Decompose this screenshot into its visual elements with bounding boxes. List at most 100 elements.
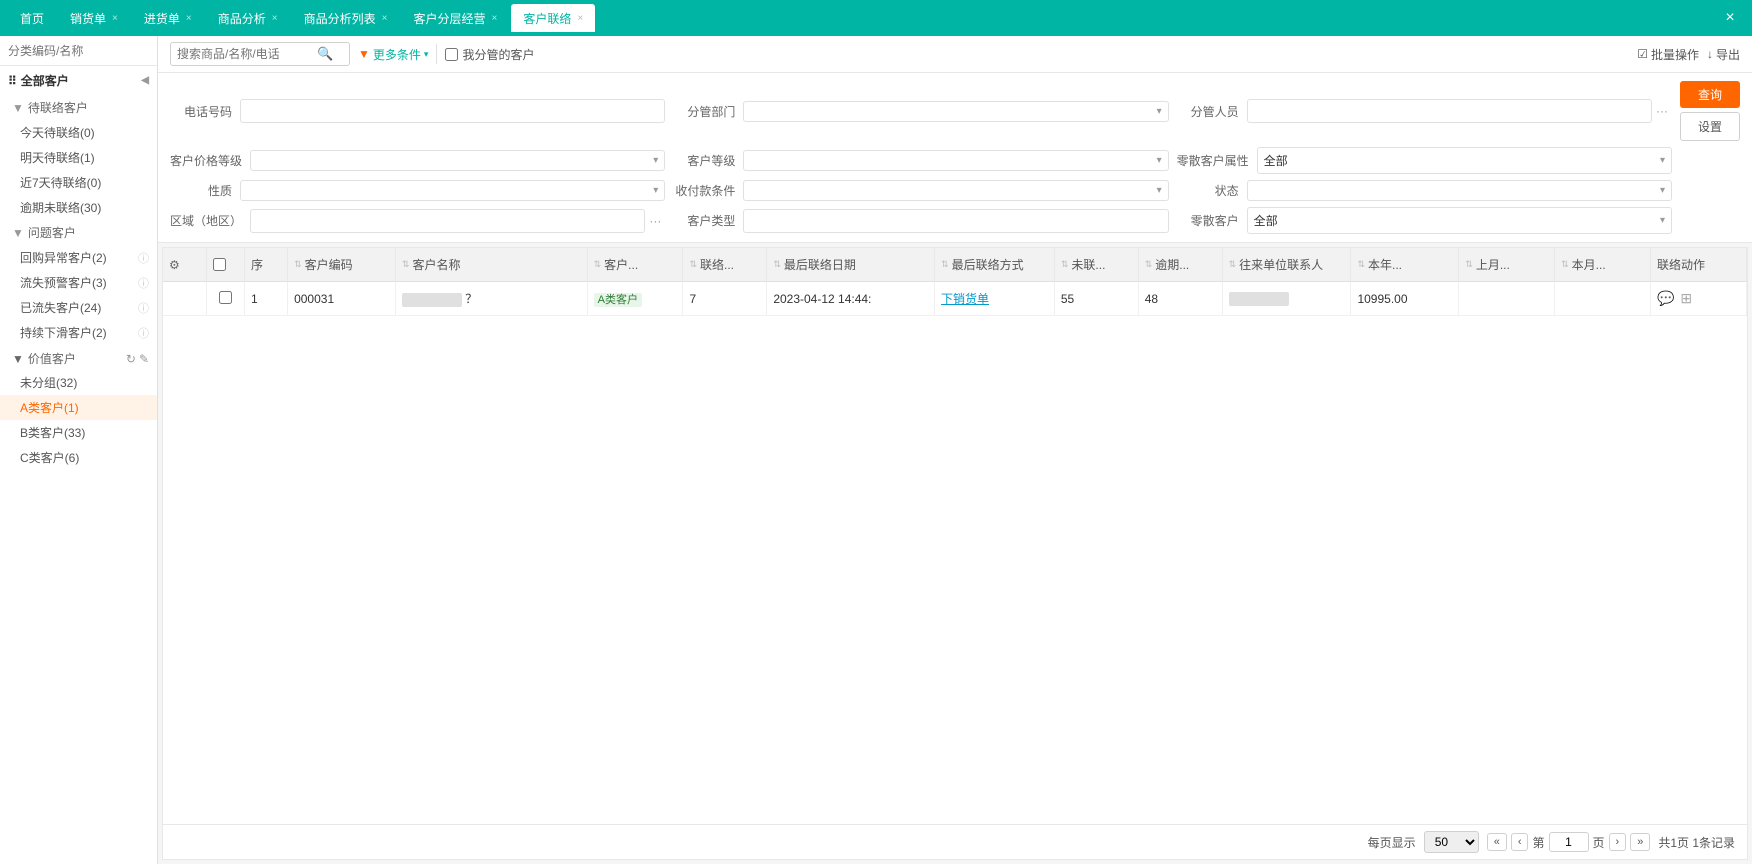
gear-icon[interactable]: ⚙ [169,258,180,272]
nav-analysis-close[interactable]: × [272,13,278,24]
sidebar-item-tomorrow[interactable]: 明天待联络(1) [0,145,157,170]
refresh-icon[interactable]: ↻ [126,352,136,366]
filter-select-dept[interactable]: ▾ [743,101,1168,122]
row-checkbox[interactable] [219,291,232,304]
col-overdue[interactable]: ⇅ 逾期... [1138,248,1222,282]
row-code-cell[interactable]: 000031 [288,282,396,316]
col-contact-count[interactable]: ⇅ 联络... [683,248,767,282]
query-button[interactable]: 查询 [1680,81,1740,108]
edit-icon[interactable]: ✎ [139,352,149,366]
batch-ops-btn[interactable]: ☑ 批量操作 [1637,46,1699,63]
sidebar-search-input[interactable] [8,44,158,58]
filter-search-input[interactable] [177,47,317,61]
nav-tab-purchase[interactable]: 进货单 × [132,4,204,32]
sidebar-collapse-icon[interactable]: ◀ [141,75,149,86]
col-last-month[interactable]: ⇅ 上月... [1459,248,1555,282]
sidebar-item-7days[interactable]: 近7天待联络(0) [0,170,157,195]
select-all-checkbox[interactable] [213,258,226,271]
filter-select-customer-level[interactable]: ▾ [743,150,1168,171]
sidebar-item-today[interactable]: 今天待联络(0) [0,120,157,145]
page-number-input[interactable] [1549,832,1589,852]
row-contact-count-cell: 7 [683,282,767,316]
nav-tab-analysis[interactable]: 商品分析 × [206,4,290,32]
sidebar-value-group-label[interactable]: ▼ 价值客户 ↻ ✎ [0,345,157,370]
col-last-contact-date[interactable]: ⇅ 最后联络日期 [767,248,935,282]
sidebar-all-customers[interactable]: ⠿ 全部客户 ◀ [0,66,157,95]
row-this-year-cell: 10995.00 [1351,282,1459,316]
col-checkbox[interactable] [206,248,244,282]
sidebar-problem-group: ▼ 问题客户 回购异常客户(2) ⓘ 流失预警客户(3) ⓘ 已流失客户(24)… [0,220,157,345]
app-close-button[interactable]: × [1716,4,1744,32]
row-contact-person-masked [1229,292,1289,306]
first-page-btn[interactable]: « [1487,833,1507,851]
filter-select-status[interactable]: ▾ [1247,180,1672,201]
sidebar-item-declining[interactable]: 持续下滑客户(2) ⓘ [0,320,157,345]
filter-more-btn[interactable]: ▼ 更多条件 ▾ [358,46,428,63]
filter-select-retail-attr[interactable]: 全部 ▾ [1257,147,1672,174]
sidebar-item-unclassified[interactable]: 未分组(32) [0,370,157,395]
filter-select-nature[interactable]: ▾ [240,180,665,201]
nav-customer-ops-close[interactable]: × [491,13,497,24]
qr-icon[interactable]: ⊞ [1680,290,1692,307]
sidebar-item-class-c[interactable]: C类客户(6) [0,445,157,470]
filter-input-manager[interactable] [1247,99,1652,123]
col-name[interactable]: ⇅ 客户名称 [395,248,587,282]
filter-select-retail-customer[interactable]: 全部 ▾ [1247,207,1672,234]
col-last-contact-method[interactable]: ⇅ 最后联络方式 [935,248,1055,282]
export-icon: ↓ [1707,47,1713,61]
next-page-btn[interactable]: › [1609,833,1627,851]
col-thismonth-label: 本月... [1572,256,1606,273]
nav-tab-home[interactable]: 首页 [8,4,56,32]
sidebar-pending-group-label[interactable]: ▼ 待联络客户 [0,95,157,120]
filter-select-payment[interactable]: ▾ [743,180,1168,201]
manager-dots[interactable]: ··· [1652,104,1672,118]
filter-input-phone[interactable] [240,99,665,123]
my-customers-checkbox[interactable] [445,48,458,61]
sidebar-item-repurchase-abnormal[interactable]: 回购异常客户(2) ⓘ [0,245,157,270]
col-no-contact-days[interactable]: ⇅ 未联... [1054,248,1138,282]
chat-icon[interactable]: 💬 [1657,290,1674,307]
row-checkbox-cell[interactable] [206,282,244,316]
sidebar-problem-group-label[interactable]: ▼ 问题客户 [0,220,157,245]
nav-tab-customer-ops[interactable]: 客户分层经营 × [401,4,509,32]
my-customers-checkbox-label[interactable]: 我分管的客户 [445,46,534,63]
sidebar-search-box[interactable]: 🔍 [0,36,157,66]
export-btn[interactable]: ↓ 导出 [1707,46,1740,63]
nav-sales-close[interactable]: × [112,13,118,24]
col-this-year[interactable]: ⇅ 本年... [1351,248,1459,282]
prev-page-btn[interactable]: ‹ [1511,833,1529,851]
sidebar-item-overdue[interactable]: 逾期未联络(30) [0,195,157,220]
row-name-cell[interactable]: ？ [395,282,587,316]
col-this-month[interactable]: ⇅ 本月... [1555,248,1651,282]
table-row: 1 000031 ？ A类客户 [163,282,1747,316]
sidebar-item-churned[interactable]: 已流失客户(24) ⓘ [0,295,157,320]
region-dots[interactable]: ··· [645,214,665,228]
filter-search-icon[interactable]: 🔍 [317,46,333,62]
settings-button[interactable]: 设置 [1680,112,1740,141]
nav-tab-analysis-list[interactable]: 商品分析列表 × [292,4,400,32]
row-contact-person-cell [1222,282,1351,316]
col-contact-person[interactable]: ⇅ 往来单位联系人 [1222,248,1351,282]
per-page-select[interactable]: 50 100 200 [1424,831,1479,853]
col-gear[interactable]: ⚙ [163,248,206,282]
filter-input-customer-type[interactable] [743,209,1168,233]
my-customers-label: 我分管的客户 [462,46,534,63]
sidebar-item-churn-warning[interactable]: 流失预警客户(3) ⓘ [0,270,157,295]
sidebar-item-class-a[interactable]: A类客户(1) [0,395,157,420]
table-scroll-area[interactable]: ⚙ 序 [163,248,1747,824]
last-page-btn[interactable]: » [1630,833,1650,851]
nav-purchase-close[interactable]: × [186,13,192,24]
filter-input-region[interactable] [250,209,645,233]
nav-analysis-list-close[interactable]: × [382,13,388,24]
filter-select-price-level[interactable]: ▾ [250,150,665,171]
nav-tab-customer-contact[interactable]: 客户联络 × [511,4,595,32]
nav-tab-sales[interactable]: 销货单 × [58,4,130,32]
col-customer-type[interactable]: ⇅ 客户... [587,248,683,282]
row-gear-cell[interactable] [163,282,206,316]
filter-toolbar: 🔍 ▼ 更多条件 ▾ 我分管的客户 ☑ 批量操作 [158,36,1752,73]
row-last-method-cell[interactable]: 下销货单 [935,282,1055,316]
nav-customer-contact-close[interactable]: × [577,13,583,24]
sidebar-item-class-b[interactable]: B类客户(33) [0,420,157,445]
col-code[interactable]: ⇅ 客户编码 [288,248,396,282]
row-last-method[interactable]: 下销货单 [941,292,989,306]
